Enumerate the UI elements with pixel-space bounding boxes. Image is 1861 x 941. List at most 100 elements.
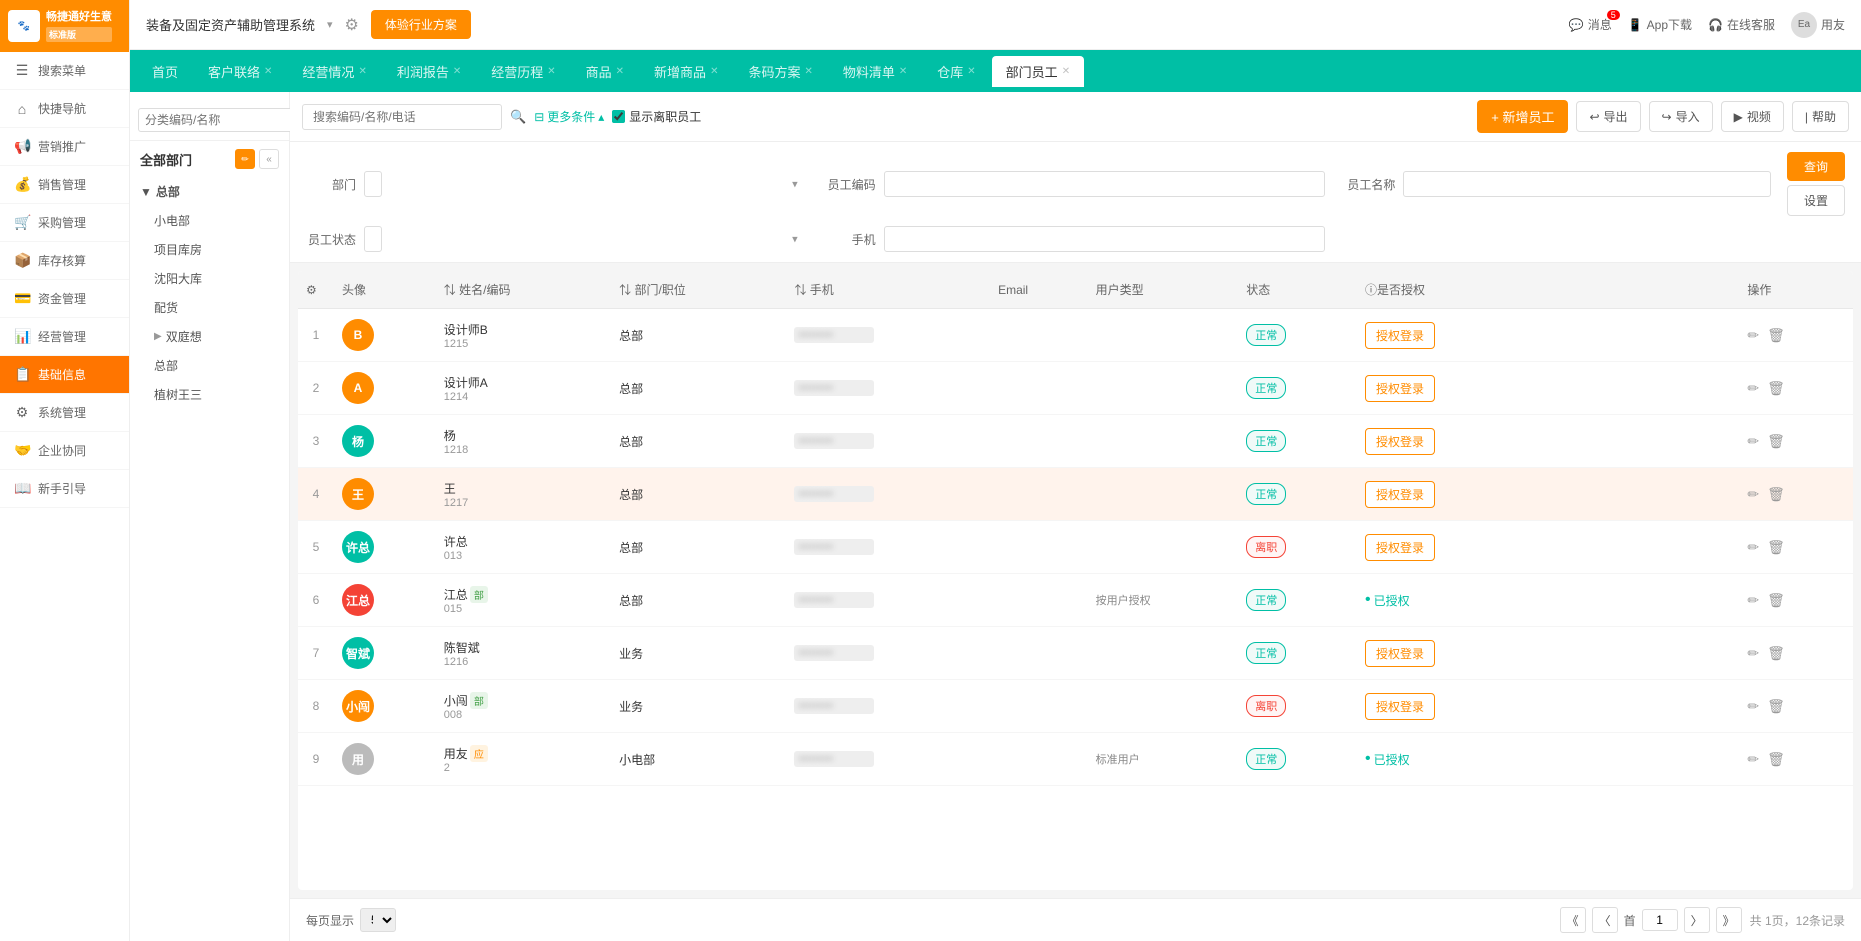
auth-button[interactable]: 授权登录: [1365, 428, 1435, 455]
close-tab-icon[interactable]: ✕: [967, 66, 975, 77]
user-menu-button[interactable]: Ea 用友: [1791, 12, 1845, 38]
query-button[interactable]: 查询: [1787, 152, 1845, 181]
delete-icon[interactable]: 🗑: [1767, 433, 1785, 450]
delete-icon[interactable]: 🗑: [1767, 592, 1785, 609]
dept-select[interactable]: [364, 171, 382, 197]
import-button[interactable]: ↪ 导入: [1649, 101, 1713, 132]
edit-icon[interactable]: ✏: [1747, 433, 1759, 450]
first-page-button[interactable]: 《: [1560, 907, 1586, 933]
sidebar-item-system[interactable]: ⚙ 系统管理: [0, 394, 129, 432]
dept-node-project[interactable]: 项目库房: [130, 235, 289, 264]
dept-node-xiaodian[interactable]: 小电部: [130, 206, 289, 235]
prev-page-button[interactable]: 〈: [1592, 907, 1618, 933]
sidebar-item-search[interactable]: ☰ 搜索菜单: [0, 52, 129, 90]
edit-icon[interactable]: ✏: [1747, 645, 1759, 662]
tab-dept-employee[interactable]: 部门员工✕: [992, 56, 1084, 87]
col-dept[interactable]: ⇅ 部门/职位: [611, 271, 786, 309]
close-tab-icon[interactable]: ✕: [264, 66, 272, 77]
dept-edit-icon[interactable]: ✏: [235, 149, 255, 169]
tab-operations[interactable]: 经营情况✕: [288, 56, 380, 87]
resigned-checkbox-input[interactable]: [612, 110, 625, 123]
close-tab-icon[interactable]: ✕: [616, 66, 624, 77]
sidebar-item-quicknav[interactable]: ⌂ 快捷导航: [0, 90, 129, 128]
auth-button[interactable]: 授权登录: [1365, 534, 1435, 561]
online-service-button[interactable]: 🎧 在线客服: [1708, 16, 1775, 33]
auth-button[interactable]: 授权登录: [1365, 322, 1435, 349]
set-button[interactable]: 设置: [1787, 185, 1845, 216]
sidebar-item-operations[interactable]: 📊 经营管理: [0, 318, 129, 356]
delete-icon[interactable]: 🗑: [1767, 380, 1785, 397]
edit-icon[interactable]: ✏: [1747, 380, 1759, 397]
sidebar-item-sales[interactable]: 💰 销售管理: [0, 166, 129, 204]
close-tab-icon[interactable]: ✕: [453, 66, 461, 77]
delete-icon[interactable]: 🗑: [1767, 751, 1785, 768]
tab-goods[interactable]: 商品✕: [572, 56, 638, 87]
add-employee-button[interactable]: + 新增员工: [1477, 100, 1568, 133]
auth-button[interactable]: 授权登录: [1365, 693, 1435, 720]
delete-icon[interactable]: 🗑: [1767, 486, 1785, 503]
help-button[interactable]: | 帮助: [1792, 101, 1849, 132]
tab-profit[interactable]: 利润报告✕: [383, 56, 475, 87]
page-number-input[interactable]: [1642, 909, 1678, 931]
col-phone[interactable]: ⇅ 手机: [786, 271, 990, 309]
edit-icon[interactable]: ✏: [1747, 751, 1759, 768]
auth-button[interactable]: 授权登录: [1365, 375, 1435, 402]
empcode-input[interactable]: [884, 171, 1326, 197]
phone-input[interactable]: [884, 226, 1326, 252]
export-button[interactable]: ↩ 导出: [1576, 101, 1640, 132]
close-tab-icon[interactable]: ✕: [804, 66, 812, 77]
edit-icon[interactable]: ✏: [1747, 592, 1759, 609]
tab-barcode[interactable]: 条码方案✕: [734, 56, 826, 87]
auth-button[interactable]: 授权登录: [1365, 481, 1435, 508]
sidebar-item-marketing[interactable]: 📢 营销推广: [0, 128, 129, 166]
close-tab-icon[interactable]: ✕: [547, 66, 555, 77]
sidebar-item-inventory[interactable]: 📦 库存核算: [0, 242, 129, 280]
tab-history[interactable]: 经营历程✕: [477, 56, 569, 87]
dept-node-zonbu2[interactable]: 总部: [130, 351, 289, 380]
view-button[interactable]: ▶ 视频: [1721, 101, 1784, 132]
last-page-button[interactable]: 》: [1716, 907, 1742, 933]
edit-icon[interactable]: ✏: [1747, 539, 1759, 556]
per-page-select[interactable]: 50 100 200: [360, 908, 396, 932]
edit-icon[interactable]: ✏: [1747, 327, 1759, 344]
dept-search-input[interactable]: [138, 108, 307, 132]
sidebar-item-guide[interactable]: 📖 新手引导: [0, 470, 129, 508]
edit-icon[interactable]: ✏: [1747, 486, 1759, 503]
tab-bom[interactable]: 物料清单✕: [829, 56, 921, 87]
close-tab-icon[interactable]: ✕: [358, 66, 366, 77]
search-input[interactable]: [302, 104, 502, 130]
dept-node-shuangting[interactable]: ▶ 双庭想: [130, 322, 289, 351]
tab-add-goods[interactable]: 新增商品✕: [640, 56, 732, 87]
delete-icon[interactable]: 🗑: [1767, 645, 1785, 662]
dept-node-peihuo[interactable]: 配货: [130, 293, 289, 322]
dept-collapse-icon[interactable]: «: [259, 149, 279, 169]
dept-node-shenyang[interactable]: 沈阳大库: [130, 264, 289, 293]
delete-icon[interactable]: 🗑: [1767, 327, 1785, 344]
settings-icon[interactable]: ⚙: [345, 15, 359, 35]
dept-node-zonbu[interactable]: ▼ 总部: [130, 177, 289, 206]
close-tab-icon[interactable]: ✕: [1062, 66, 1070, 77]
status-select[interactable]: [364, 226, 382, 252]
tab-warehouse[interactable]: 仓库✕: [923, 56, 989, 87]
empname-input[interactable]: [1403, 171, 1771, 197]
sidebar-item-purchase[interactable]: 🛒 采购管理: [0, 204, 129, 242]
col-settings[interactable]: ⚙: [298, 271, 334, 309]
col-name[interactable]: ⇅ 姓名/编码: [436, 271, 611, 309]
app-download-button[interactable]: 📱 App下载: [1628, 16, 1692, 33]
close-tab-icon[interactable]: ✕: [899, 66, 907, 77]
delete-icon[interactable]: 🗑: [1767, 539, 1785, 556]
filter-more-button[interactable]: ⊟ 更多条件 ▴: [534, 108, 604, 125]
edit-icon[interactable]: ✏: [1747, 698, 1759, 715]
sidebar-item-finance[interactable]: 💳 资金管理: [0, 280, 129, 318]
delete-icon[interactable]: 🗑: [1767, 698, 1785, 715]
auth-button[interactable]: 授权登录: [1365, 640, 1435, 667]
sidebar-item-collab[interactable]: 🤝 企业协同: [0, 432, 129, 470]
dept-node-zhishu[interactable]: 植树王三: [130, 380, 289, 409]
close-tab-icon[interactable]: ✕: [710, 66, 718, 77]
tab-home[interactable]: 首页: [138, 56, 192, 87]
message-button[interactable]: 💬 5 消息: [1569, 16, 1612, 33]
tab-customer[interactable]: 客户联络✕: [194, 56, 286, 87]
next-page-button[interactable]: 〉: [1684, 907, 1710, 933]
trial-button[interactable]: 体验行业方案: [371, 10, 471, 39]
show-resigned-checkbox[interactable]: 显示离职员工: [612, 108, 701, 125]
